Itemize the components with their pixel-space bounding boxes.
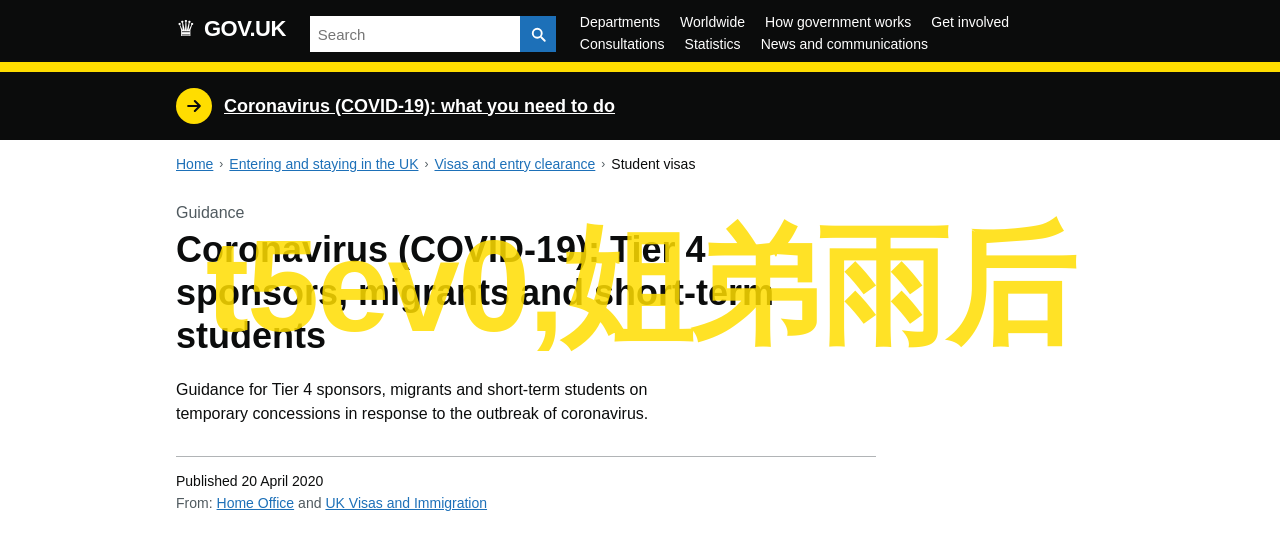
main-nav: Departments Worldwide How government wor…	[580, 14, 1009, 52]
published-date: 20 April 2020	[242, 473, 324, 489]
guidance-label: Guidance	[176, 204, 1104, 222]
gov-uk-logo[interactable]: ♛ GOV.UK	[176, 16, 286, 42]
from-link-ukvi[interactable]: UK Visas and Immigration	[325, 495, 487, 511]
crown-icon: ♛	[176, 16, 196, 42]
covid-arrow-icon	[176, 88, 212, 124]
nav-get-involved[interactable]: Get involved	[931, 14, 1009, 30]
nav-row-1: Departments Worldwide How government wor…	[580, 14, 1009, 30]
covid-banner-link[interactable]: Coronavirus (COVID-19): what you need to…	[224, 96, 615, 117]
search-button[interactable]	[520, 16, 556, 52]
breadcrumb-item-home: Home ›	[176, 156, 223, 172]
breadcrumb-current: Student visas	[611, 156, 695, 172]
from-link-home-office[interactable]: Home Office	[217, 495, 295, 511]
breadcrumb-separator: ›	[601, 157, 605, 171]
from-label: From:	[176, 495, 213, 511]
yellow-bar	[0, 62, 1280, 72]
main-content: Guidance Coronavirus (COVID-19): Tier 4 …	[160, 180, 1120, 535]
nav-worldwide[interactable]: Worldwide	[680, 14, 745, 30]
page-description: Guidance for Tier 4 sponsors, migrants a…	[176, 378, 716, 426]
site-header: ♛ GOV.UK Departments Worldwide How gover…	[0, 0, 1280, 62]
published-meta: Published 20 April 2020	[176, 473, 1104, 489]
breadcrumb-item-current: Student visas	[611, 156, 695, 172]
nav-statistics[interactable]: Statistics	[685, 36, 741, 52]
breadcrumb-item-visas: Visas and entry clearance ›	[434, 156, 605, 172]
breadcrumb-separator: ›	[219, 157, 223, 171]
breadcrumb-link-home[interactable]: Home	[176, 156, 213, 172]
breadcrumb-link-entering[interactable]: Entering and staying in the UK	[229, 156, 418, 172]
nav-row-2: Consultations Statistics News and commun…	[580, 36, 1009, 52]
search-icon	[529, 25, 547, 43]
nav-news-communications[interactable]: News and communications	[761, 36, 928, 52]
search-input[interactable]	[310, 16, 520, 52]
site-name: GOV.UK	[204, 16, 286, 42]
breadcrumb-area: Home › Entering and staying in the UK › …	[160, 140, 1120, 180]
nav-how-government-works[interactable]: How government works	[765, 14, 911, 30]
nav-departments[interactable]: Departments	[580, 14, 660, 30]
search-area	[310, 16, 556, 52]
from-separator: and	[298, 495, 321, 511]
nav-consultations[interactable]: Consultations	[580, 36, 665, 52]
page-title: Coronavirus (COVID-19): Tier 4 sponsors,…	[176, 228, 796, 358]
breadcrumb-item-entering: Entering and staying in the UK ›	[229, 156, 428, 172]
content-divider	[176, 456, 876, 457]
arrow-right-icon	[184, 96, 204, 116]
from-meta: From: Home Office and UK Visas and Immig…	[176, 495, 1104, 511]
breadcrumb: Home › Entering and staying in the UK › …	[176, 156, 1104, 172]
published-label: Published	[176, 473, 238, 489]
breadcrumb-separator: ›	[424, 157, 428, 171]
covid-banner: Coronavirus (COVID-19): what you need to…	[0, 72, 1280, 140]
breadcrumb-link-visas[interactable]: Visas and entry clearance	[434, 156, 595, 172]
